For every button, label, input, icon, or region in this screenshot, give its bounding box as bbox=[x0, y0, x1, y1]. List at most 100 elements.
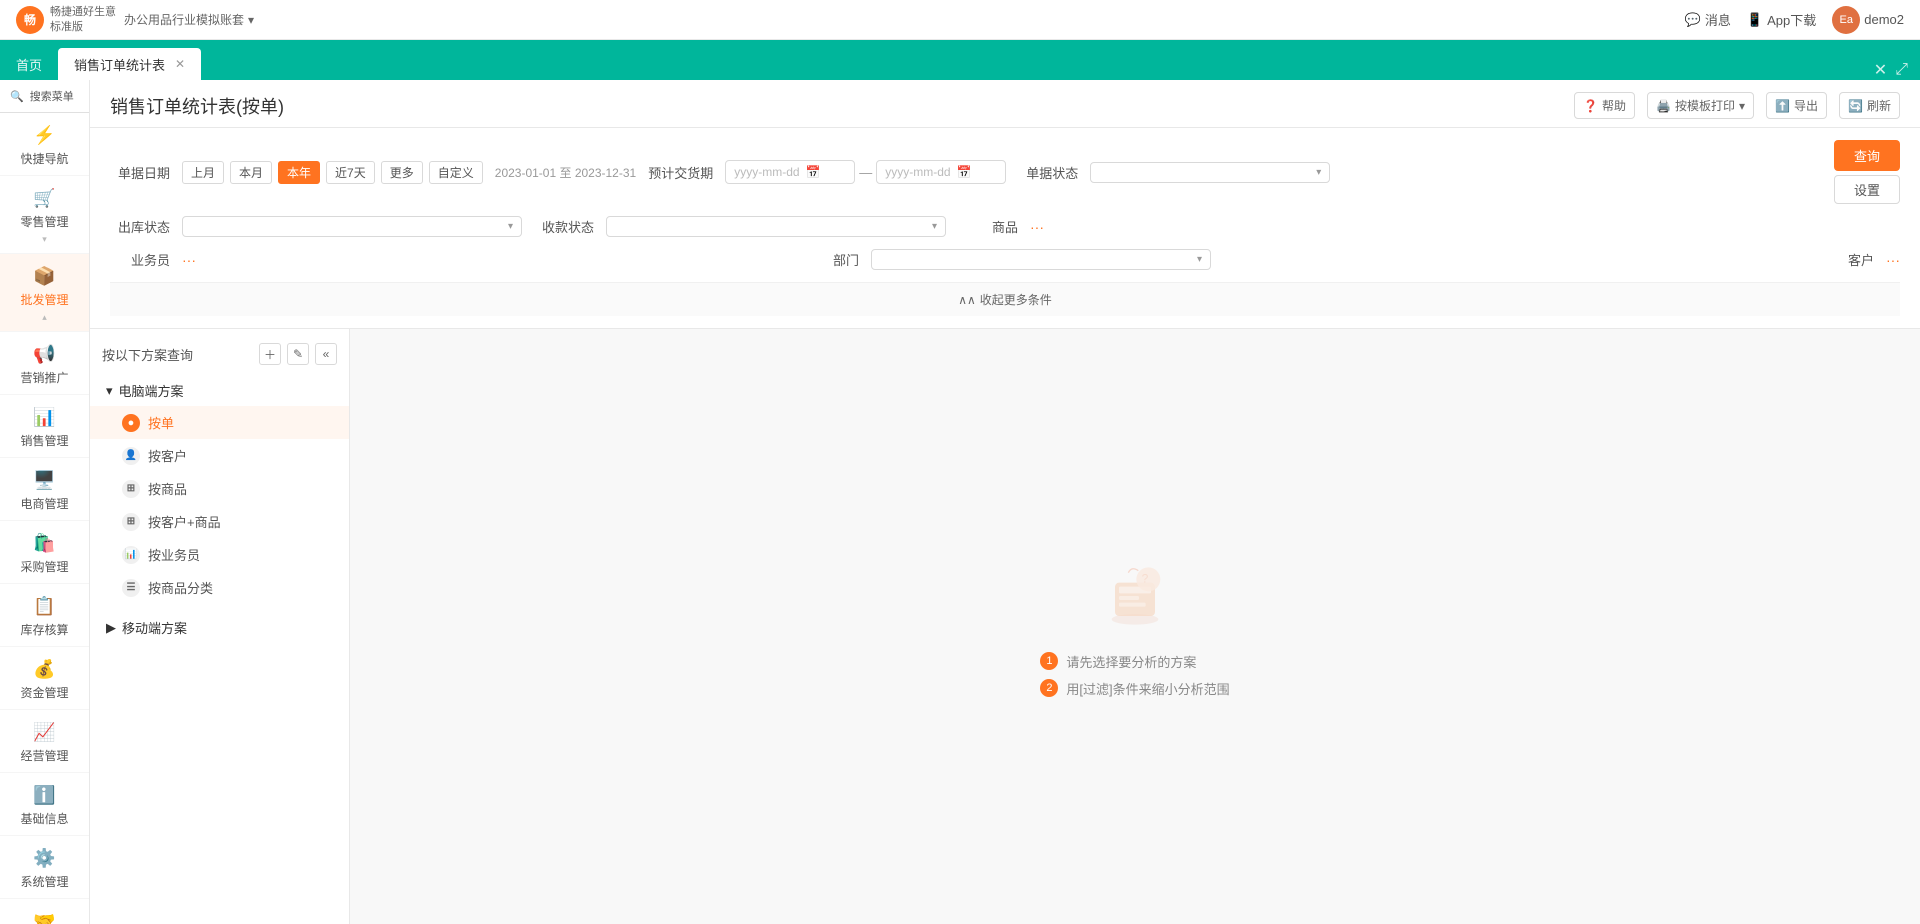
sidebar-item-retail[interactable]: 🛒 零售管理 ▾ bbox=[0, 176, 89, 254]
tab-sales-stats[interactable]: 销售订单统计表 ✕ bbox=[58, 48, 201, 80]
empty-tip-1: 1 请先选择要分析的方案 bbox=[1040, 652, 1229, 671]
window-close-icon[interactable]: ✕ bbox=[1874, 60, 1887, 80]
sidebar-item-finance[interactable]: 💰 资金管理 bbox=[0, 647, 89, 710]
scheme-item-by-order[interactable]: ● 按单 bbox=[90, 406, 349, 439]
purchase-icon: 🛍️ bbox=[33, 533, 55, 554]
edit-scheme-button[interactable]: ✎ bbox=[287, 343, 309, 365]
scheme-section-pc-title[interactable]: ▾ 电脑端方案 bbox=[90, 375, 349, 406]
filter-row-2: 出库状态 ▾ 收款状态 ▾ 商品 ··· bbox=[110, 216, 1900, 237]
left-panel: 按以下方案查询 ＋ ✎ « ▾ 电脑端方案 ● 按单 bbox=[90, 329, 350, 924]
window-expand-icon[interactable]: ⤢ bbox=[1895, 61, 1908, 79]
inventory-icon: 📋 bbox=[33, 596, 55, 617]
sidebar-item-system[interactable]: ⚙️ 系统管理 bbox=[0, 836, 89, 899]
help-icon: ❓ bbox=[1583, 99, 1598, 113]
sidebar-item-ecommerce[interactable]: 🖥️ 电商管理 bbox=[0, 458, 89, 521]
main-layout: 🔍 搜索菜单 ⚡ 快捷导航 🛒 零售管理 ▾ 📦 批发管理 ▴ 📢 营销推广 📊… bbox=[0, 80, 1920, 924]
scheme-item-by-salesman[interactable]: 📊 按业务员 bbox=[90, 538, 349, 571]
collab-icon: 🤝 bbox=[33, 911, 55, 924]
sidebar-item-search[interactable]: 🔍 搜索菜单 bbox=[0, 80, 89, 113]
sidebar-item-quick-nav[interactable]: ⚡ 快捷导航 bbox=[0, 113, 89, 176]
scheme-section-mobile-title[interactable]: ▶ 移动端方案 bbox=[90, 612, 349, 643]
expected-date-input-group: yyyy-mm-dd 📅 — yyyy-mm-dd 📅 bbox=[725, 160, 1006, 184]
user-area[interactable]: Ea demo2 bbox=[1832, 6, 1904, 34]
date-btn-7days[interactable]: 近7天 bbox=[326, 161, 375, 184]
breadcrumb: 办公用品行业模拟账套 ▾ bbox=[124, 11, 254, 28]
date-buttons-group: 上月 本月 本年 近7天 更多 自定义 2023-01-01 至 2023-12… bbox=[182, 161, 636, 184]
sidebar-item-collab[interactable]: 🤝 企业协同 bbox=[0, 899, 89, 924]
empty-tip-2: 2 用[过滤]条件来缩小分析范围 bbox=[1040, 679, 1229, 698]
sidebar-item-inventory[interactable]: 📋 库存核算 bbox=[0, 584, 89, 647]
tab-home[interactable]: 首页 bbox=[0, 48, 58, 80]
scheme-item-by-category[interactable]: ☰ 按商品分类 bbox=[90, 571, 349, 604]
tab-close-icon[interactable]: ✕ bbox=[175, 57, 185, 71]
settings-button[interactable]: 设置 bbox=[1834, 175, 1900, 204]
empty-state: ? 1 请先选择要分析的方案 2 用[过滤]条件来缩小分析范围 bbox=[1040, 556, 1229, 698]
message-button[interactable]: 💬 消息 bbox=[1685, 10, 1731, 29]
customer-more-icon[interactable]: ··· bbox=[1886, 252, 1900, 268]
help-button[interactable]: ❓ 帮助 bbox=[1574, 92, 1635, 119]
page-actions: ❓ 帮助 🖨️ 按模板打印 ▾ ⬆️ 导出 🔄 刷新 bbox=[1574, 92, 1900, 119]
status-label: 单据状态 bbox=[1018, 163, 1078, 182]
status-select[interactable]: ▾ bbox=[1090, 162, 1330, 183]
search-button[interactable]: 查询 bbox=[1834, 140, 1900, 171]
date-range-text: 2023-01-01 至 2023-12-31 bbox=[495, 164, 636, 181]
export-button[interactable]: ⬆️ 导出 bbox=[1766, 92, 1827, 119]
collapse-panel-button[interactable]: « bbox=[315, 343, 337, 365]
collapse-bar[interactable]: ∧∧ 收起更多条件 bbox=[110, 282, 1900, 316]
collapse-icon: ∧∧ bbox=[958, 293, 976, 307]
finance-icon: 💰 bbox=[33, 659, 55, 680]
date-label: 单据日期 bbox=[110, 163, 170, 182]
print-button[interactable]: 🖨️ 按模板打印 ▾ bbox=[1647, 92, 1754, 119]
date-btn-custom[interactable]: 自定义 bbox=[429, 161, 483, 184]
action-buttons: 查询 设置 bbox=[1834, 140, 1900, 204]
date-btn-more[interactable]: 更多 bbox=[381, 161, 423, 184]
logo-area: 畅 畅捷通好生意 标准版 bbox=[16, 5, 116, 34]
export-icon: ⬆️ bbox=[1775, 99, 1790, 113]
date-btn-last-month[interactable]: 上月 bbox=[182, 161, 224, 184]
sidebar-item-basic-info[interactable]: ℹ️ 基础信息 bbox=[0, 773, 89, 836]
goods-label: 商品 bbox=[958, 217, 1018, 236]
scheme-section-pc: ▾ 电脑端方案 ● 按单 👤 按客户 ⊞ 按商品 bbox=[90, 371, 349, 608]
empty-tips: 1 请先选择要分析的方案 2 用[过滤]条件来缩小分析范围 bbox=[1040, 652, 1229, 698]
expected-date-end[interactable]: yyyy-mm-dd 📅 bbox=[876, 160, 1006, 184]
sidebar-item-operations[interactable]: 📈 经营管理 bbox=[0, 710, 89, 773]
sidebar-item-wholesale[interactable]: 📦 批发管理 ▴ bbox=[0, 254, 89, 332]
salesman-more-icon[interactable]: ··· bbox=[182, 252, 196, 268]
settings-icon: ⚙️ bbox=[33, 848, 55, 869]
sidebar-item-sales[interactable]: 📊 销售管理 bbox=[0, 395, 89, 458]
dept-select[interactable]: ▾ bbox=[871, 249, 1211, 270]
logo-icon: 畅 bbox=[16, 6, 44, 34]
expected-date-start[interactable]: yyyy-mm-dd 📅 bbox=[725, 160, 855, 184]
print-icon: 🖨️ bbox=[1656, 99, 1671, 113]
sidebar-item-purchase[interactable]: 🛍️ 采购管理 bbox=[0, 521, 89, 584]
chevron-down-icon[interactable]: ▾ bbox=[248, 13, 254, 27]
chevron-down-icon: ▾ bbox=[1739, 99, 1745, 113]
add-scheme-button[interactable]: ＋ bbox=[259, 343, 281, 365]
scheme-icon-goods: ⊞ bbox=[122, 480, 140, 498]
customer-label: 客户 bbox=[1814, 250, 1874, 269]
app-download-button[interactable]: 📱 App下载 bbox=[1747, 10, 1816, 29]
scheme-icon-cust-goods: ⊞ bbox=[122, 513, 140, 531]
refresh-button[interactable]: 🔄 刷新 bbox=[1839, 92, 1900, 119]
avatar: Ea bbox=[1832, 6, 1860, 34]
wholesale-icon: 📦 bbox=[33, 266, 55, 287]
date-btn-this-year[interactable]: 本年 bbox=[278, 161, 320, 184]
scheme-icon-order: ● bbox=[122, 414, 140, 432]
date-btn-this-month[interactable]: 本月 bbox=[230, 161, 272, 184]
empty-illustration: ? bbox=[1095, 556, 1175, 636]
scheme-item-by-customer[interactable]: 👤 按客户 bbox=[90, 439, 349, 472]
sidebar-item-marketing[interactable]: 📢 营销推广 bbox=[0, 332, 89, 395]
scheme-item-by-customer-goods[interactable]: ⊞ 按客户+商品 bbox=[90, 505, 349, 538]
chevron-down-icon: ▾ bbox=[508, 221, 513, 232]
chevron-down-icon: ▾ bbox=[42, 234, 47, 245]
pay-status-label: 收款状态 bbox=[534, 217, 594, 236]
out-status-select[interactable]: ▾ bbox=[182, 216, 522, 237]
top-bar-right: 💬 消息 📱 App下载 Ea demo2 bbox=[1685, 6, 1904, 34]
scheme-item-by-goods[interactable]: ⊞ 按商品 bbox=[90, 472, 349, 505]
goods-more-icon[interactable]: ··· bbox=[1030, 219, 1044, 235]
chevron-down-icon: ▾ bbox=[1316, 167, 1321, 178]
download-icon: 📱 bbox=[1747, 12, 1763, 28]
panel-title: 按以下方案查询 bbox=[102, 345, 253, 364]
pay-status-select[interactable]: ▾ bbox=[606, 216, 946, 237]
tab-bar: 首页 销售订单统计表 ✕ ✕ ⤢ bbox=[0, 40, 1920, 80]
